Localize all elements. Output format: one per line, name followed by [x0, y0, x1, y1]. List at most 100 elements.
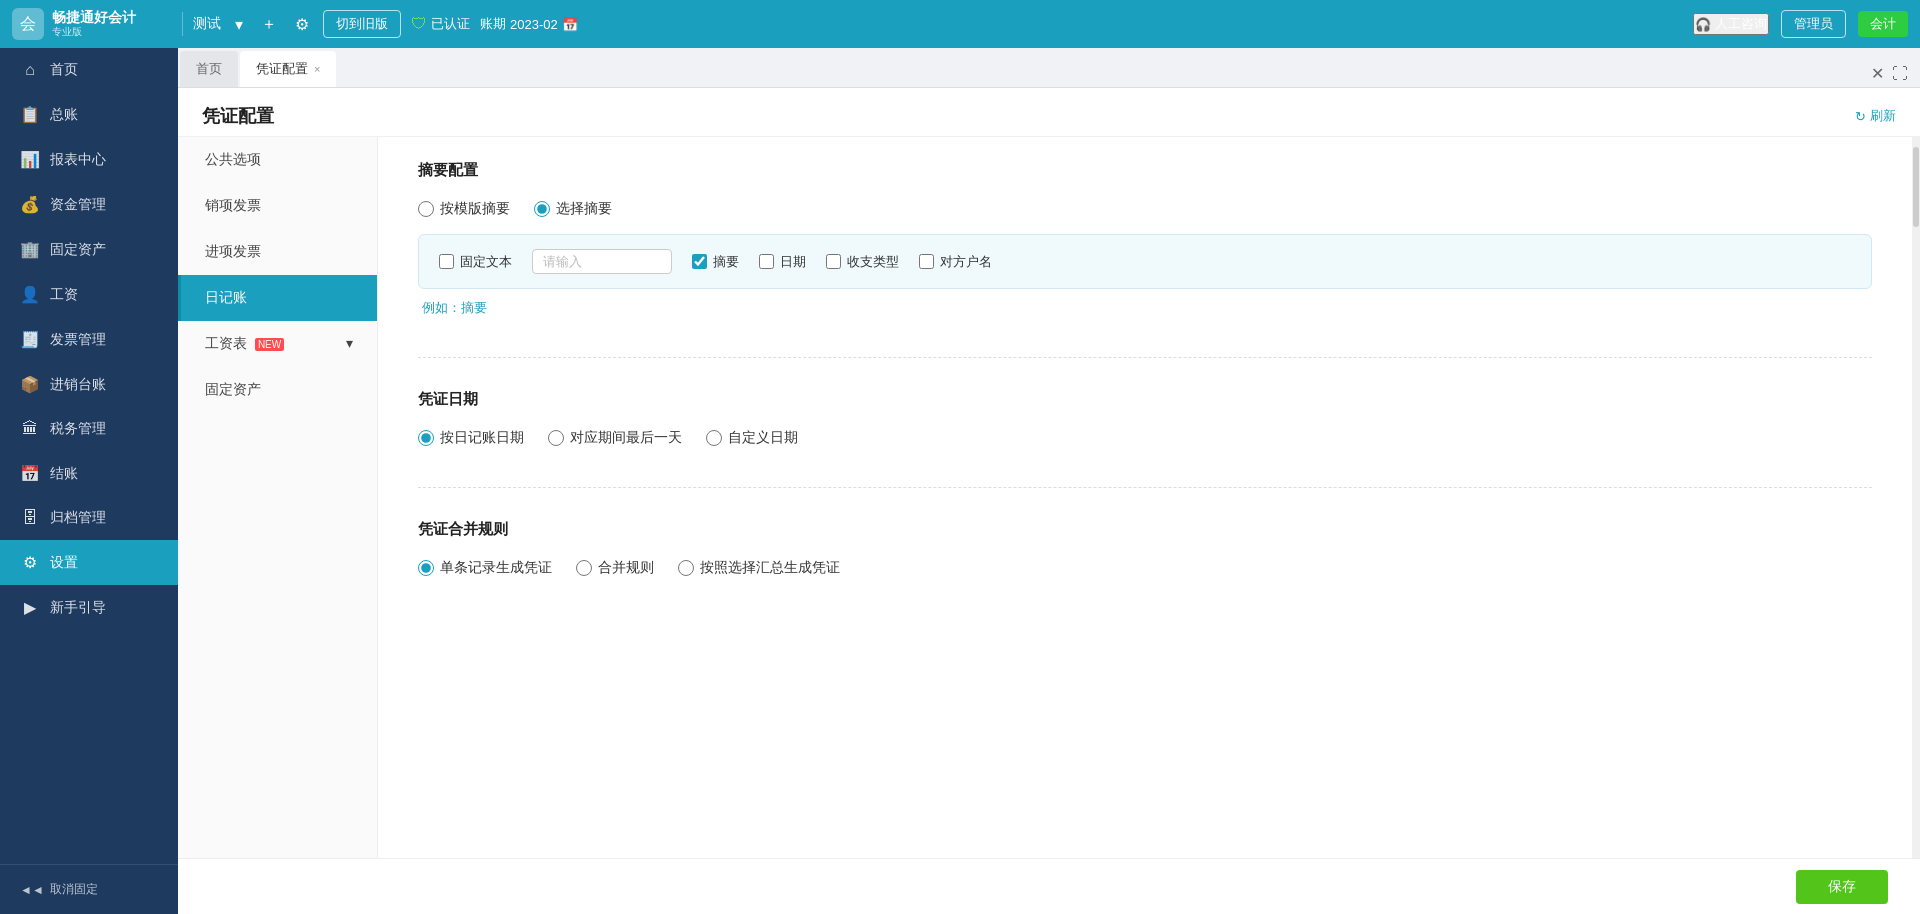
main-layout: ⌂首页📋总账📊报表中心💰资金管理🏢固定资产👤工资🧾发票管理📦进销台账🏛税务管理📅… — [0, 48, 1920, 914]
sidebar-item-reports[interactable]: 📊报表中心 — [0, 137, 178, 182]
merge-radio-summary-input[interactable] — [678, 560, 694, 576]
sidebar-bottom: ◄◄ 取消固定 — [0, 864, 178, 914]
sidebar-item-ledger[interactable]: 📋总账 — [0, 92, 178, 137]
role-btn[interactable]: 会计 — [1858, 11, 1908, 37]
scrollbar-thumb — [1913, 147, 1919, 227]
summary-checkbox[interactable] — [692, 254, 707, 269]
fixed-text-input[interactable] — [532, 249, 672, 274]
left-nav-item-asset[interactable]: 固定资产 — [178, 367, 377, 413]
switch-old-btn[interactable]: 切到旧版 — [323, 10, 401, 38]
sidebar-item-close[interactable]: 📅结账 — [0, 451, 178, 496]
refresh-btn[interactable]: ↻ 刷新 — [1855, 107, 1896, 125]
summary-checkbox-label[interactable]: 摘要 — [692, 253, 739, 271]
page-footer: 保存 — [178, 858, 1920, 914]
unpin-btn[interactable]: ◄◄ 取消固定 — [10, 875, 168, 904]
sidebar-item-invoice[interactable]: 🧾 发票管理 — [0, 317, 178, 362]
chevron-down-icon: ▾ — [346, 335, 353, 351]
sidebar-item-guide[interactable]: ▶ 新手引导 — [0, 585, 178, 630]
sidebar-item-tax[interactable]: 🏛税务管理 — [0, 407, 178, 451]
logo-area: 会 畅捷通好会计 专业版 — [12, 8, 172, 40]
top-divider — [182, 12, 183, 36]
merge-radio-summary[interactable]: 按照选择汇总生成凭证 — [678, 559, 840, 577]
sidebar-item-payroll[interactable]: 👤工资 — [0, 272, 178, 317]
project-name: 测试 — [193, 15, 221, 33]
sidebar-item-settings[interactable]: ⚙设置 — [0, 540, 178, 585]
help-btn[interactable]: 🎧 人工咨询 — [1693, 13, 1769, 35]
add-btn[interactable]: ＋ — [257, 10, 281, 39]
headset-icon: 🎧 — [1695, 17, 1711, 32]
left-nav-item-sales[interactable]: 销项发票 — [178, 183, 377, 229]
date-checkbox[interactable] — [759, 254, 774, 269]
merge-radio-single-input[interactable] — [418, 560, 434, 576]
guide-icon: ▶ — [20, 598, 40, 617]
date-radio-journal[interactable]: 按日记账日期 — [418, 429, 524, 447]
summary-radio-select-input[interactable] — [534, 201, 550, 217]
refresh-icon: ↻ — [1855, 109, 1866, 124]
section-divider-1 — [418, 357, 1872, 358]
inner-layout: 公共选项销项发票进项发票日记账工资表 NEW ▾固定资产 摘要配置 按模版摘要 — [178, 137, 1920, 858]
save-btn[interactable]: 保存 — [1796, 870, 1888, 904]
left-nav-item-journal[interactable]: 日记账 — [178, 275, 377, 321]
sidebar-item-label: 发票管理 — [50, 331, 106, 349]
page-header: 凭证配置 ↻ 刷新 — [178, 88, 1920, 137]
date-radio-custom-input[interactable] — [706, 430, 722, 446]
payroll-icon: 👤 — [20, 285, 40, 304]
sidebar-item-archive[interactable]: 🗄归档管理 — [0, 496, 178, 540]
summary-radio-select[interactable]: 选择摘要 — [534, 200, 612, 218]
left-arrow-icon: ◄◄ — [20, 883, 44, 897]
invoice-icon: 🧾 — [20, 330, 40, 349]
verified-badge: 🛡 已认证 — [411, 15, 470, 33]
left-nav-item-public[interactable]: 公共选项 — [178, 137, 377, 183]
left-nav-item-payroll[interactable]: 工资表 NEW ▾ — [178, 321, 377, 367]
merge-section-title: 凭证合并规则 — [418, 520, 1872, 539]
sidebar-item-label: 税务管理 — [50, 420, 106, 438]
merge-section: 凭证合并规则 单条记录生成凭证 合并规则 — [418, 520, 1872, 577]
tab-expand-action[interactable]: ⛶ — [1892, 65, 1908, 83]
left-nav-item-purchase[interactable]: 进项发票 — [178, 229, 377, 275]
date-radio-custom[interactable]: 自定义日期 — [706, 429, 798, 447]
page-content: 凭证配置 ↻ 刷新 公共选项销项发票进项发票日记账工资表 NEW ▾固定资产 摘… — [178, 88, 1920, 858]
sidebar-scroll: ⌂首页📋总账📊报表中心💰资金管理🏢固定资产👤工资 🧾 发票管理 📦进销台账🏛税务管理📅… — [0, 48, 178, 864]
assets-icon: 🏢 — [20, 240, 40, 259]
settings-btn[interactable]: ⚙ — [291, 11, 313, 38]
date-radio-last-input[interactable] — [548, 430, 564, 446]
ledger-icon: 📋 — [20, 105, 40, 124]
date-radio-last[interactable]: 对应期间最后一天 — [548, 429, 682, 447]
summary-checkbox-row: 固定文本 摘要 日期 — [418, 234, 1872, 289]
content-area: 首页 凭证配置 × ✕ ⛶ 凭证配置 ↻ 刷新 — [178, 48, 1920, 914]
left-nav: 公共选项销项发票进项发票日记账工资表 NEW ▾固定资产 — [178, 137, 378, 858]
summary-radio-template-input[interactable] — [418, 201, 434, 217]
tab-close-action[interactable]: ✕ — [1871, 64, 1884, 83]
admin-btn[interactable]: 管理员 — [1781, 10, 1846, 38]
sidebar-item-home[interactable]: ⌂首页 — [0, 48, 178, 92]
sidebar-item-assets[interactable]: 🏢固定资产 — [0, 227, 178, 272]
date-radio-journal-input[interactable] — [418, 430, 434, 446]
sidebar-item-label: 报表中心 — [50, 151, 106, 169]
logo-badge: 专业版 — [52, 25, 136, 39]
tab-home[interactable]: 首页 — [180, 51, 238, 87]
fixed-text-checkbox-label[interactable]: 固定文本 — [439, 253, 512, 271]
date-checkbox-label[interactable]: 日期 — [759, 253, 806, 271]
income-type-checkbox-label[interactable]: 收支类型 — [826, 253, 899, 271]
counterparty-checkbox[interactable] — [919, 254, 934, 269]
stock-icon: 📦 — [20, 375, 40, 394]
merge-radio-rule-input[interactable] — [576, 560, 592, 576]
sidebar-item-label: 新手引导 — [50, 599, 106, 617]
date-section: 凭证日期 按日记账日期 对应期间最后一天 — [418, 390, 1872, 447]
counterparty-checkbox-label[interactable]: 对方户名 — [919, 253, 992, 271]
tab-voucher-config[interactable]: 凭证配置 × — [240, 51, 336, 87]
summary-radio-template[interactable]: 按模版摘要 — [418, 200, 510, 218]
top-right: 🎧 人工咨询 管理员 会计 — [1693, 10, 1908, 38]
merge-radio-group: 单条记录生成凭证 合并规则 按照选择汇总生成凭证 — [418, 559, 1872, 577]
sidebar-item-funds[interactable]: 💰资金管理 — [0, 182, 178, 227]
dropdown-btn[interactable]: ▾ — [231, 11, 247, 38]
merge-radio-rule[interactable]: 合并规则 — [576, 559, 654, 577]
verified-icon: 🛡 — [411, 15, 427, 33]
sidebar-item-stock[interactable]: 📦进销台账 — [0, 362, 178, 407]
section-divider-2 — [418, 487, 1872, 488]
tab-close-btn[interactable]: × — [314, 63, 320, 75]
right-scrollbar[interactable] — [1912, 137, 1920, 858]
income-type-checkbox[interactable] — [826, 254, 841, 269]
fixed-text-checkbox[interactable] — [439, 254, 454, 269]
merge-radio-single[interactable]: 单条记录生成凭证 — [418, 559, 552, 577]
